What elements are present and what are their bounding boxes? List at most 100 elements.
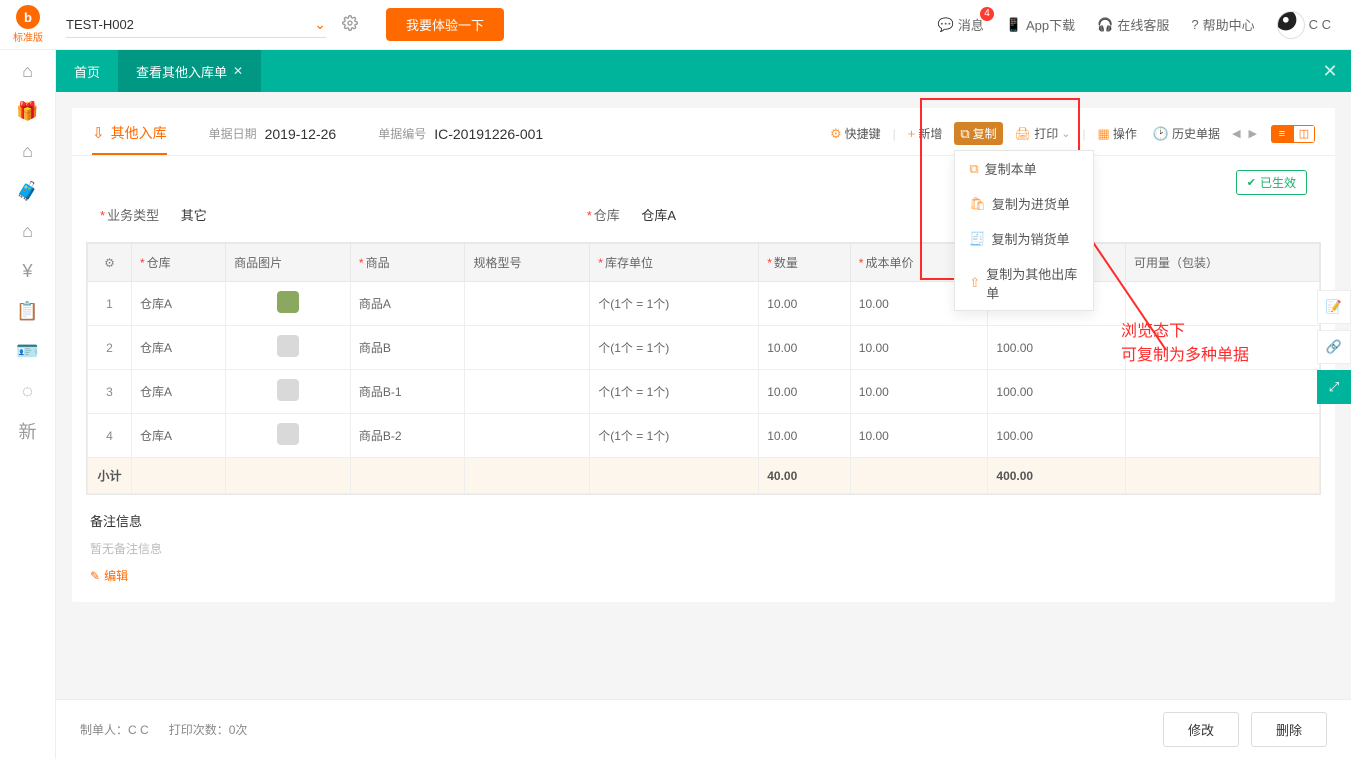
org-name: TEST-H002 — [66, 17, 134, 32]
table-row[interactable]: 4仓库A商品B-2个(1个 = 1个)10.0010.00100.00 — [88, 414, 1320, 458]
user-menu[interactable]: C C — [1277, 11, 1331, 39]
cell-amount: 100.00 — [988, 370, 1126, 414]
tabs: 首页 查看其他入库单 ✕ ✕ — [56, 50, 1351, 92]
topbar: b 标准版 TEST-H002 ⌄ 我要体验一下 💬 消息 4 📱 App下载 … — [0, 0, 1351, 50]
messages-link[interactable]: 💬 消息 4 — [938, 15, 984, 34]
warehouse-value: 仓库A — [641, 208, 676, 223]
sidebar: ⌂ 🎁 ⌂ 🧳 ⌂ ¥ 📋 🪪 ◌ 新 — [0, 50, 56, 759]
col-warehouse: *仓库 — [132, 244, 226, 282]
print-count-value: 0次 — [229, 721, 248, 738]
warehouse-label: 仓库 — [594, 208, 620, 223]
subtotal-label: 小计 — [88, 458, 132, 494]
cell-spec — [465, 370, 590, 414]
sidebar-warehouse-icon[interactable]: ⌂ — [17, 220, 39, 242]
biz-type-value: 其它 — [181, 208, 207, 223]
product-image-icon — [277, 335, 299, 357]
cell-warehouse: 仓库A — [132, 370, 226, 414]
cell-unit: 个(1个 = 1个) — [590, 326, 759, 370]
sidebar-clipboard-icon[interactable]: 📋 — [17, 300, 39, 322]
new-button[interactable]: +新增 — [904, 122, 947, 145]
sidebar-bag-icon[interactable]: 🧳 — [17, 180, 39, 202]
sidebar-gift-icon[interactable]: 🎁 — [17, 100, 39, 122]
prev-icon[interactable]: ◀ — [1232, 127, 1240, 140]
headset-icon: 🎧 — [1097, 17, 1113, 33]
cell-warehouse: 仓库A — [132, 414, 226, 458]
col-gear[interactable]: ⚙ — [88, 244, 132, 282]
main: 首页 查看其他入库单 ✕ ✕ ⇩ 其他入库 单据日期 2019-12-26 单据… — [56, 50, 1351, 759]
ops-button[interactable]: ▦操作 — [1094, 122, 1141, 145]
tab-home[interactable]: 首页 — [56, 50, 118, 92]
help-icon: ? — [1191, 17, 1198, 32]
history-button[interactable]: 🕑历史单据 — [1149, 122, 1224, 145]
sidebar-loading-icon[interactable]: ◌ — [17, 380, 39, 402]
cell-warehouse: 仓库A — [132, 326, 226, 370]
print-button[interactable]: 🖨打印⌄ — [1011, 122, 1075, 145]
table-row[interactable]: 3仓库A商品B-1个(1个 = 1个)10.0010.00100.00 — [88, 370, 1320, 414]
date-value: 2019-12-26 — [265, 126, 337, 142]
biz-type-label: 业务类型 — [107, 208, 159, 223]
annotation-line2: 可复制为多种单据 — [1121, 344, 1249, 368]
sidebar-home-icon[interactable]: ⌂ — [17, 60, 39, 82]
cell-image — [226, 326, 351, 370]
view-list[interactable]: ≡ — [1271, 125, 1293, 143]
doc-number: 单据编号 IC-20191226-001 — [378, 125, 543, 142]
cell-image — [226, 282, 351, 326]
cell-qty: 10.00 — [759, 370, 851, 414]
row-index: 1 — [88, 282, 132, 326]
close-tab-icon[interactable]: ✕ — [233, 64, 243, 78]
cell-unit: 个(1个 = 1个) — [590, 370, 759, 414]
copy-other-out-item[interactable]: ⇧复制为其他出库单 — [955, 256, 1093, 310]
messages-label: 消息 — [958, 15, 984, 34]
gear-icon: ⚙ — [830, 126, 842, 142]
annotation-line1: 浏览态下 — [1121, 320, 1249, 344]
modify-button[interactable]: 修改 — [1163, 712, 1239, 747]
grid-icon: ▦ — [1098, 126, 1110, 142]
tab-current[interactable]: 查看其他入库单 ✕ — [118, 50, 261, 92]
cell-unit: 个(1个 = 1个) — [590, 282, 759, 326]
col-spec: 规格型号 — [465, 244, 590, 282]
sidebar-id-icon[interactable]: 🪪 — [17, 340, 39, 362]
inbound-icon: ⇩ — [92, 124, 105, 142]
logo: b 标准版 — [0, 5, 56, 44]
help-label: 帮助中心 — [1203, 15, 1255, 34]
support-link[interactable]: 🎧 在线客服 — [1097, 15, 1169, 34]
next-icon[interactable]: ▶ — [1249, 127, 1257, 140]
rail-note-icon[interactable]: 📝 — [1317, 290, 1351, 324]
bag-icon: 🛍 — [969, 196, 986, 212]
help-link[interactable]: ? 帮助中心 — [1191, 15, 1254, 34]
print-count-label: 打印次数： — [169, 721, 229, 738]
doc-date: 单据日期 2019-12-26 — [209, 125, 337, 142]
cell-image — [226, 370, 351, 414]
sidebar-money-icon[interactable]: ¥ — [17, 260, 39, 282]
try-button[interactable]: 我要体验一下 — [386, 8, 504, 41]
col-unit: *库存单位 — [590, 244, 759, 282]
remark-section: 备注信息 暂无备注信息 ✎编辑 — [72, 495, 1335, 590]
org-selector[interactable]: TEST-H002 ⌄ — [66, 12, 326, 38]
close-all-tabs[interactable]: ✕ — [1309, 50, 1351, 92]
rail-link-icon[interactable]: 🔗 — [1317, 330, 1351, 364]
download-link[interactable]: 📱 App下载 — [1006, 15, 1075, 34]
new-label: 新增 — [918, 125, 942, 142]
history-label: 历史单据 — [1172, 125, 1220, 142]
copy-purchase-item[interactable]: 🛍复制为进货单 — [955, 186, 1093, 221]
sidebar-new-icon[interactable]: 新 — [17, 420, 39, 442]
cell-product: 商品A — [350, 282, 465, 326]
copy-this-item[interactable]: ⧉复制本单 — [955, 151, 1093, 186]
copy-button[interactable]: ⧉复制 ⧉复制本单 🛍复制为进货单 🧾复制为销货单 ⇧复制为其他出库单 — [954, 122, 1002, 145]
status-badge: 已生效 — [1236, 170, 1307, 195]
print-label: 打印 — [1034, 125, 1058, 142]
ops-label: 操作 — [1113, 125, 1137, 142]
cell-amount: 100.00 — [988, 414, 1126, 458]
settings-icon[interactable] — [342, 15, 358, 34]
view-card[interactable]: ◫ — [1293, 125, 1315, 143]
plus-icon: + — [908, 126, 916, 141]
edit-remark-button[interactable]: ✎编辑 — [90, 567, 1317, 584]
card-toolbar: ⚙快捷键 | +新增 ⧉复制 ⧉复制本单 🛍复制为进货单 🧾复制为销货单 ⇧复制… — [826, 122, 1315, 145]
delete-button[interactable]: 删除 — [1251, 712, 1327, 747]
cell-qty: 10.00 — [759, 282, 851, 326]
copy-sales-item[interactable]: 🧾复制为销货单 — [955, 221, 1093, 256]
shortcut-button[interactable]: ⚙快捷键 — [826, 122, 885, 145]
sidebar-house-icon[interactable]: ⌂ — [17, 140, 39, 162]
out-icon: ⇧ — [969, 275, 980, 291]
rail-expand-icon[interactable]: ⤢ — [1317, 370, 1351, 404]
